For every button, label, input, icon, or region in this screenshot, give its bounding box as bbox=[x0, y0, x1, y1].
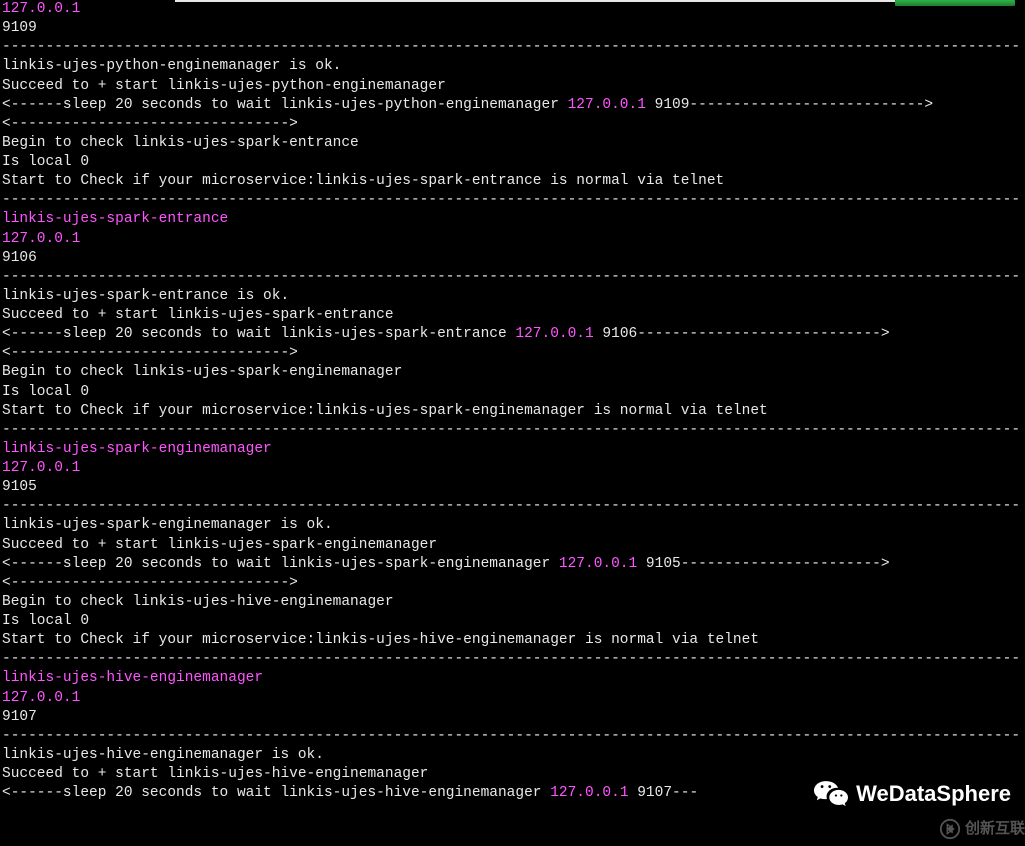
sleep-line: <------sleep 20 seconds to wait linkis-u… bbox=[2, 97, 933, 113]
arrow-short: <--------------------------------> bbox=[2, 345, 298, 361]
divider: ----------------------------------------… bbox=[2, 651, 1020, 667]
window-active-indicator bbox=[895, 0, 1015, 6]
ip-line: 127.0.0.1 bbox=[2, 1, 80, 17]
status-ok: linkis-ujes-python-enginemanager is ok. bbox=[2, 58, 341, 74]
ip-line: 127.0.0.1 bbox=[2, 460, 80, 476]
divider: ----------------------------------------… bbox=[2, 422, 1020, 438]
is-local: Is local 0 bbox=[2, 154, 89, 170]
arrow-short: <--------------------------------> bbox=[2, 575, 298, 591]
start-check: Start to Check if your microservice:link… bbox=[2, 403, 768, 419]
wedatasphere-label: WeDataSphere bbox=[856, 779, 1011, 808]
service-name: linkis-ujes-spark-entrance bbox=[2, 211, 228, 227]
port-line: 9105 bbox=[2, 479, 37, 495]
status-ok: linkis-ujes-hive-enginemanager is ok. bbox=[2, 747, 324, 763]
begin-check: Begin to check linkis-ujes-hive-enginema… bbox=[2, 594, 394, 610]
start-check: Start to Check if your microservice:link… bbox=[2, 173, 724, 189]
corp-watermark: 创新互联 bbox=[939, 818, 1025, 840]
ip-line: 127.0.0.1 bbox=[2, 690, 80, 706]
sleep-line: <------sleep 20 seconds to wait linkis-u… bbox=[2, 556, 890, 572]
sleep-line: <------sleep 20 seconds to wait linkis-u… bbox=[2, 326, 890, 342]
service-name: linkis-ujes-spark-enginemanager bbox=[2, 441, 272, 457]
port-line: 9109 bbox=[2, 20, 37, 36]
begin-check: Begin to check linkis-ujes-spark-enginem… bbox=[2, 364, 402, 380]
begin-check: Begin to check linkis-ujes-spark-entranc… bbox=[2, 135, 359, 151]
divider: ----------------------------------------… bbox=[2, 39, 1020, 55]
wechat-icon bbox=[814, 779, 848, 807]
port-line: 9107 bbox=[2, 709, 37, 725]
divider: ----------------------------------------… bbox=[2, 192, 1020, 208]
ip-line: 127.0.0.1 bbox=[2, 231, 80, 247]
divider: ----------------------------------------… bbox=[2, 269, 1020, 285]
service-name: linkis-ujes-hive-enginemanager bbox=[2, 670, 263, 686]
status-ok: linkis-ujes-spark-enginemanager is ok. bbox=[2, 517, 333, 533]
corp-logo-icon bbox=[939, 818, 961, 840]
arrow-short: <--------------------------------> bbox=[2, 116, 298, 132]
sleep-line: <------sleep 20 seconds to wait linkis-u… bbox=[2, 785, 698, 801]
port-line: 9106 bbox=[2, 250, 37, 266]
status-ok: linkis-ujes-spark-entrance is ok. bbox=[2, 288, 289, 304]
is-local: Is local 0 bbox=[2, 613, 89, 629]
status-succeed: Succeed to + start linkis-ujes-spark-eng… bbox=[2, 537, 437, 553]
divider: ----------------------------------------… bbox=[2, 728, 1020, 744]
window-top-divider bbox=[175, 0, 895, 2]
status-succeed: Succeed to + start linkis-ujes-python-en… bbox=[2, 78, 446, 94]
wedatasphere-watermark: WeDataSphere bbox=[814, 779, 1011, 808]
status-succeed: Succeed to + start linkis-ujes-hive-engi… bbox=[2, 766, 428, 782]
start-check: Start to Check if your microservice:link… bbox=[2, 632, 759, 648]
is-local: Is local 0 bbox=[2, 384, 89, 400]
status-succeed: Succeed to + start linkis-ujes-spark-ent… bbox=[2, 307, 394, 323]
corp-label: 创新互联 bbox=[965, 819, 1025, 839]
terminal-output: 127.0.0.1 9109 -------------------------… bbox=[0, 0, 1025, 803]
divider: ----------------------------------------… bbox=[2, 498, 1020, 514]
